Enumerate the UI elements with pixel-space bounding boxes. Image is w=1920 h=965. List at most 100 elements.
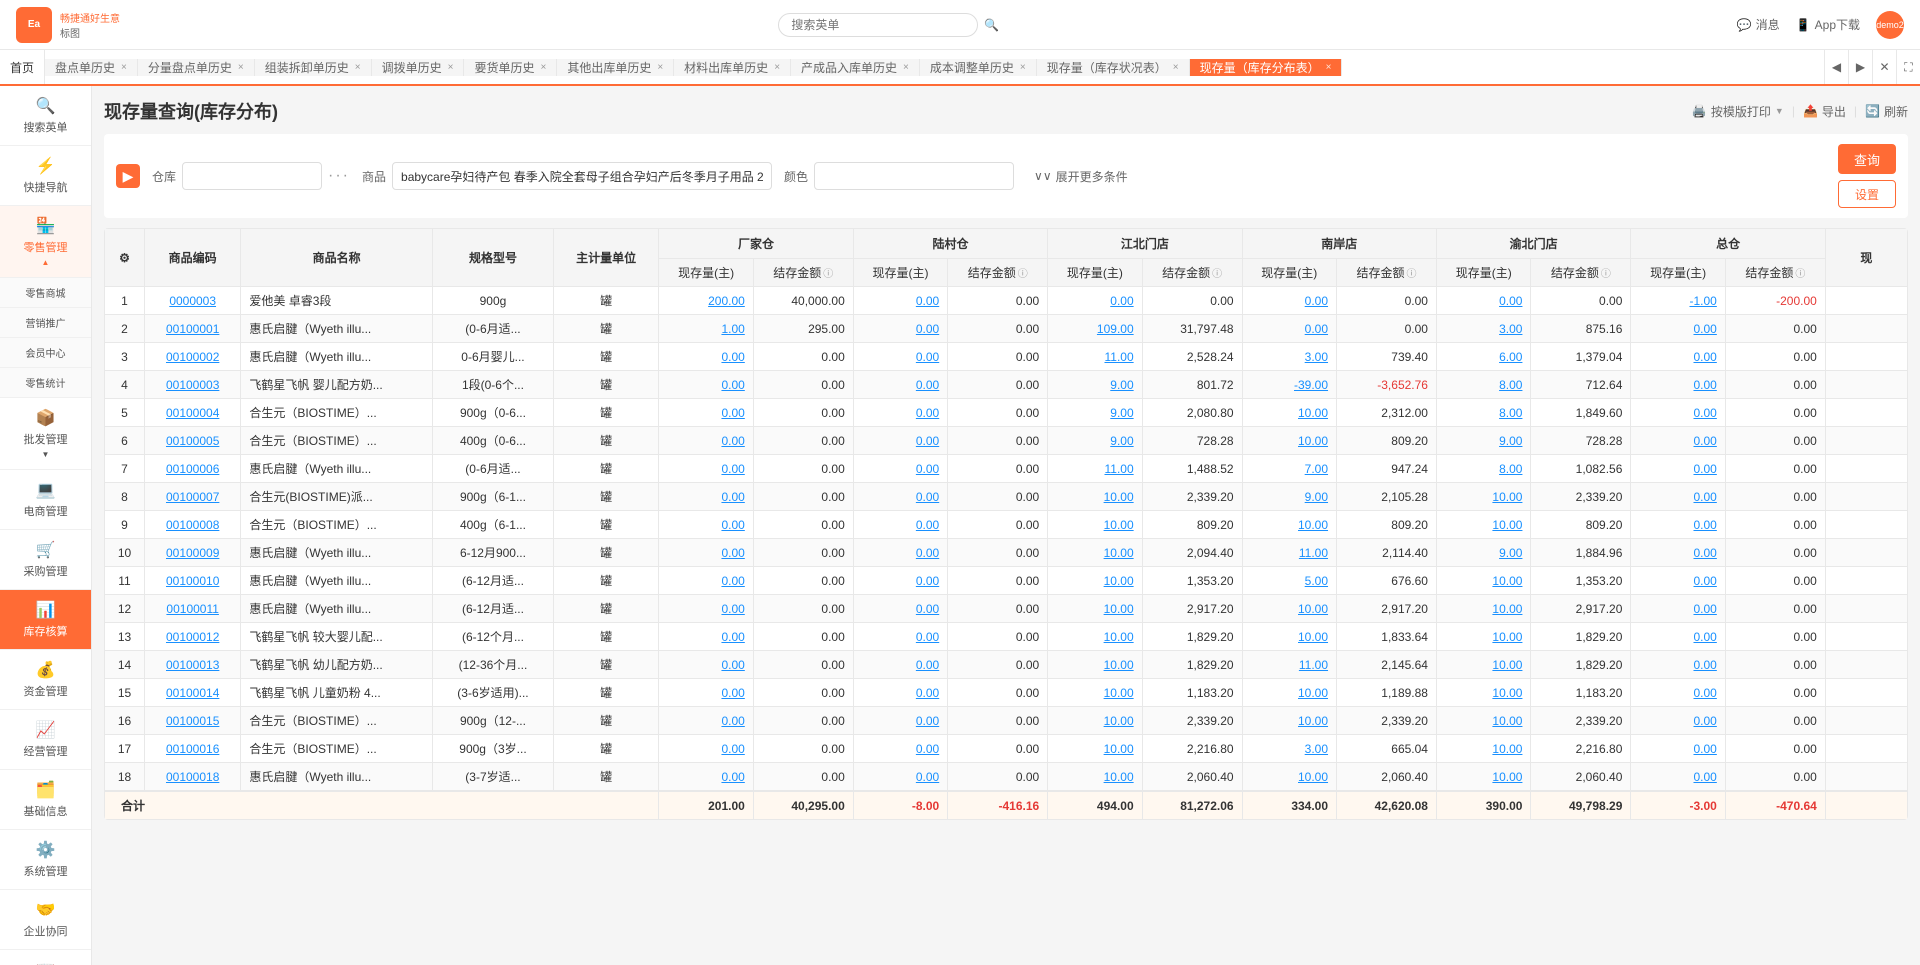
cell-c4-amt: 739.40 <box>1337 343 1437 371</box>
cell-c4-amt: 665.04 <box>1337 735 1437 763</box>
tab-stocktake[interactable]: 盘点单历史 × <box>45 59 138 76</box>
cell-c3-amt: 2,528.24 <box>1142 343 1242 371</box>
cell-cur <box>1825 539 1907 567</box>
warehouse-input[interactable] <box>182 162 322 190</box>
sidebar-item-retail-stats[interactable]: 零售统计 <box>0 368 91 398</box>
cell-seq: 12 <box>105 595 145 623</box>
expand-button[interactable]: ▶ <box>116 164 140 188</box>
cell-code: 00100011 <box>145 595 241 623</box>
tab-transfer[interactable]: 调拨单历史 × <box>372 59 465 76</box>
cell-seq: 13 <box>105 623 145 651</box>
close-tab-icon[interactable]: × <box>540 62 546 73</box>
tab-expand-button[interactable]: ⛶ <box>1896 50 1920 85</box>
tab-stock-dist[interactable]: 现存量（库存分布表） × <box>1190 59 1343 76</box>
cell-c3-qty: 10.00 <box>1048 567 1142 595</box>
table-gear-header[interactable]: ⚙ <box>105 229 145 287</box>
sidebar-item-wholesale[interactable]: 📦 批发管理 ▼ <box>0 398 91 470</box>
cell-c3-qty: 10.00 <box>1048 539 1142 567</box>
cell-c5-qty: 3.00 <box>1436 315 1530 343</box>
cell-c5-amt: 1,379.04 <box>1531 343 1631 371</box>
sidebar-item-marketing[interactable]: 营销推广 <box>0 308 91 338</box>
tab-purchase-req[interactable]: 要货单历史 × <box>464 59 557 76</box>
sidebar-item-basic[interactable]: 🗂️ 基础信息 <box>0 770 91 830</box>
cell-cur <box>1825 427 1907 455</box>
close-tab-icon[interactable]: × <box>1020 62 1026 73</box>
tab-next-button[interactable]: ▶ <box>1848 50 1872 85</box>
cell-c4-amt: 1,189.88 <box>1337 679 1437 707</box>
sidebar-item-ecommerce[interactable]: 💻 电商管理 <box>0 470 91 530</box>
close-tab-icon[interactable]: × <box>657 62 663 73</box>
export-button[interactable]: 📤 导出 <box>1803 103 1846 120</box>
footer-c5-qty: 390.00 <box>1436 791 1530 820</box>
warehouse-dots[interactable]: ··· <box>328 167 350 185</box>
cell-cur <box>1825 511 1907 539</box>
sidebar-item-member[interactable]: 会员中心 <box>0 338 91 368</box>
tab-distrib-stock[interactable]: 分量盘点单历史 × <box>138 59 255 76</box>
app-download-button[interactable]: 📱 App下载 <box>1796 16 1860 33</box>
info-icon[interactable]: ⓘ <box>1407 269 1417 280</box>
close-tab-icon[interactable]: × <box>355 62 361 73</box>
tab-home[interactable]: 首页 <box>0 50 45 84</box>
cell-total-amt: 0.00 <box>1725 455 1825 483</box>
query-button[interactable]: 查询 <box>1838 144 1896 174</box>
tab-other-out[interactable]: 其他出库单历史 × <box>557 59 674 76</box>
search-icon[interactable]: 🔍 <box>984 18 999 32</box>
cell-c3-qty: 0.00 <box>1048 287 1142 315</box>
tab-product-in[interactable]: 产成品入库单历史 × <box>791 59 920 76</box>
info-icon[interactable]: ⓘ <box>1018 269 1028 280</box>
sidebar-item-finance[interactable]: 💰 资金管理 <box>0 650 91 710</box>
sidebar-item-retail[interactable]: 🏪 零售管理 ▲ <box>0 206 91 278</box>
cell-c5-amt: 2,339.20 <box>1531 707 1631 735</box>
tab-cost-adj[interactable]: 成本调整单历史 × <box>920 59 1037 76</box>
sidebar-item-collab[interactable]: 🤝 企业协同 <box>0 890 91 950</box>
close-tab-icon[interactable]: × <box>238 62 244 73</box>
wholesale-icon: 📦 <box>36 408 56 428</box>
chevron-down-small-icon: ∨∨ <box>1034 169 1052 183</box>
tab-material-out[interactable]: 材料出库单历史 × <box>674 59 791 76</box>
user-profile[interactable]: demo2 <box>1876 11 1904 39</box>
sidebar-item-retail-store[interactable]: 零售商城 <box>0 278 91 308</box>
cell-c1-amt: 0.00 <box>753 595 853 623</box>
color-input[interactable] <box>814 162 1014 190</box>
sub-c3-amt: 结存金额ⓘ <box>1142 259 1242 287</box>
close-tab-icon[interactable]: × <box>774 62 780 73</box>
sidebar-item-system[interactable]: ⚙️ 系统管理 <box>0 830 91 890</box>
col-name-header: 商品名称 <box>241 229 433 287</box>
expand-more-button[interactable]: ∨∨ 展开更多条件 <box>1034 168 1128 185</box>
cell-c3-amt: 1,183.20 <box>1142 679 1242 707</box>
sidebar-item-search[interactable]: 🔍 搜索英单 <box>0 86 91 146</box>
sub-c5-amt: 结存金额ⓘ <box>1531 259 1631 287</box>
info-icon[interactable]: ⓘ <box>1795 269 1805 280</box>
cell-unit: 罐 <box>553 455 658 483</box>
settings-button[interactable]: 设置 <box>1838 180 1896 208</box>
close-tab-icon[interactable]: × <box>903 62 909 73</box>
info-icon[interactable]: ⓘ <box>1601 269 1611 280</box>
info-icon[interactable]: ⓘ <box>1212 269 1222 280</box>
tab-prev-button[interactable]: ◀ <box>1824 50 1848 85</box>
main-content: 现存量查询(库存分布) 🖨️ 按模版打印 ▼ | 📤 导出 | 🔄 刷新 ▶ 仓… <box>92 86 1920 965</box>
sidebar-item-operation[interactable]: 📈 经营管理 <box>0 710 91 770</box>
tab-close-all-button[interactable]: ✕ <box>1872 50 1896 85</box>
info-icon[interactable]: ⓘ <box>823 269 833 280</box>
close-tab-icon[interactable]: × <box>121 62 127 73</box>
message-button[interactable]: 💬 消息 <box>1737 16 1780 33</box>
close-tab-icon[interactable]: × <box>1173 62 1179 73</box>
product-input[interactable] <box>392 162 772 190</box>
search-input[interactable] <box>778 13 978 37</box>
print-button[interactable]: 🖨️ 按模版打印 ▼ <box>1692 103 1784 120</box>
cell-c5-qty: 10.00 <box>1436 763 1530 792</box>
footer-c5-amt: 49,798.29 <box>1531 791 1631 820</box>
refresh-button[interactable]: 🔄 刷新 <box>1865 103 1908 120</box>
sidebar-item-shortcut[interactable]: ⚡ 快捷导航 <box>0 146 91 206</box>
cell-c5-amt: 1,884.96 <box>1531 539 1631 567</box>
col-cur-header: 现 <box>1825 229 1907 287</box>
sidebar-item-inventory[interactable]: 📊 库存核算 <box>0 590 91 650</box>
close-tab-icon[interactable]: × <box>448 62 454 73</box>
close-tab-icon[interactable]: × <box>1326 62 1332 73</box>
sidebar-item-guide[interactable]: 📖 新手引导 <box>0 950 91 965</box>
cell-c4-qty: 11.00 <box>1242 539 1336 567</box>
tab-assemble[interactable]: 组装拆卸单历史 × <box>255 59 372 76</box>
cell-c3-amt: 1,488.52 <box>1142 455 1242 483</box>
sidebar-item-purchase[interactable]: 🛒 采购管理 <box>0 530 91 590</box>
tab-stock-status[interactable]: 现存量（库存状况表） × <box>1037 59 1190 76</box>
